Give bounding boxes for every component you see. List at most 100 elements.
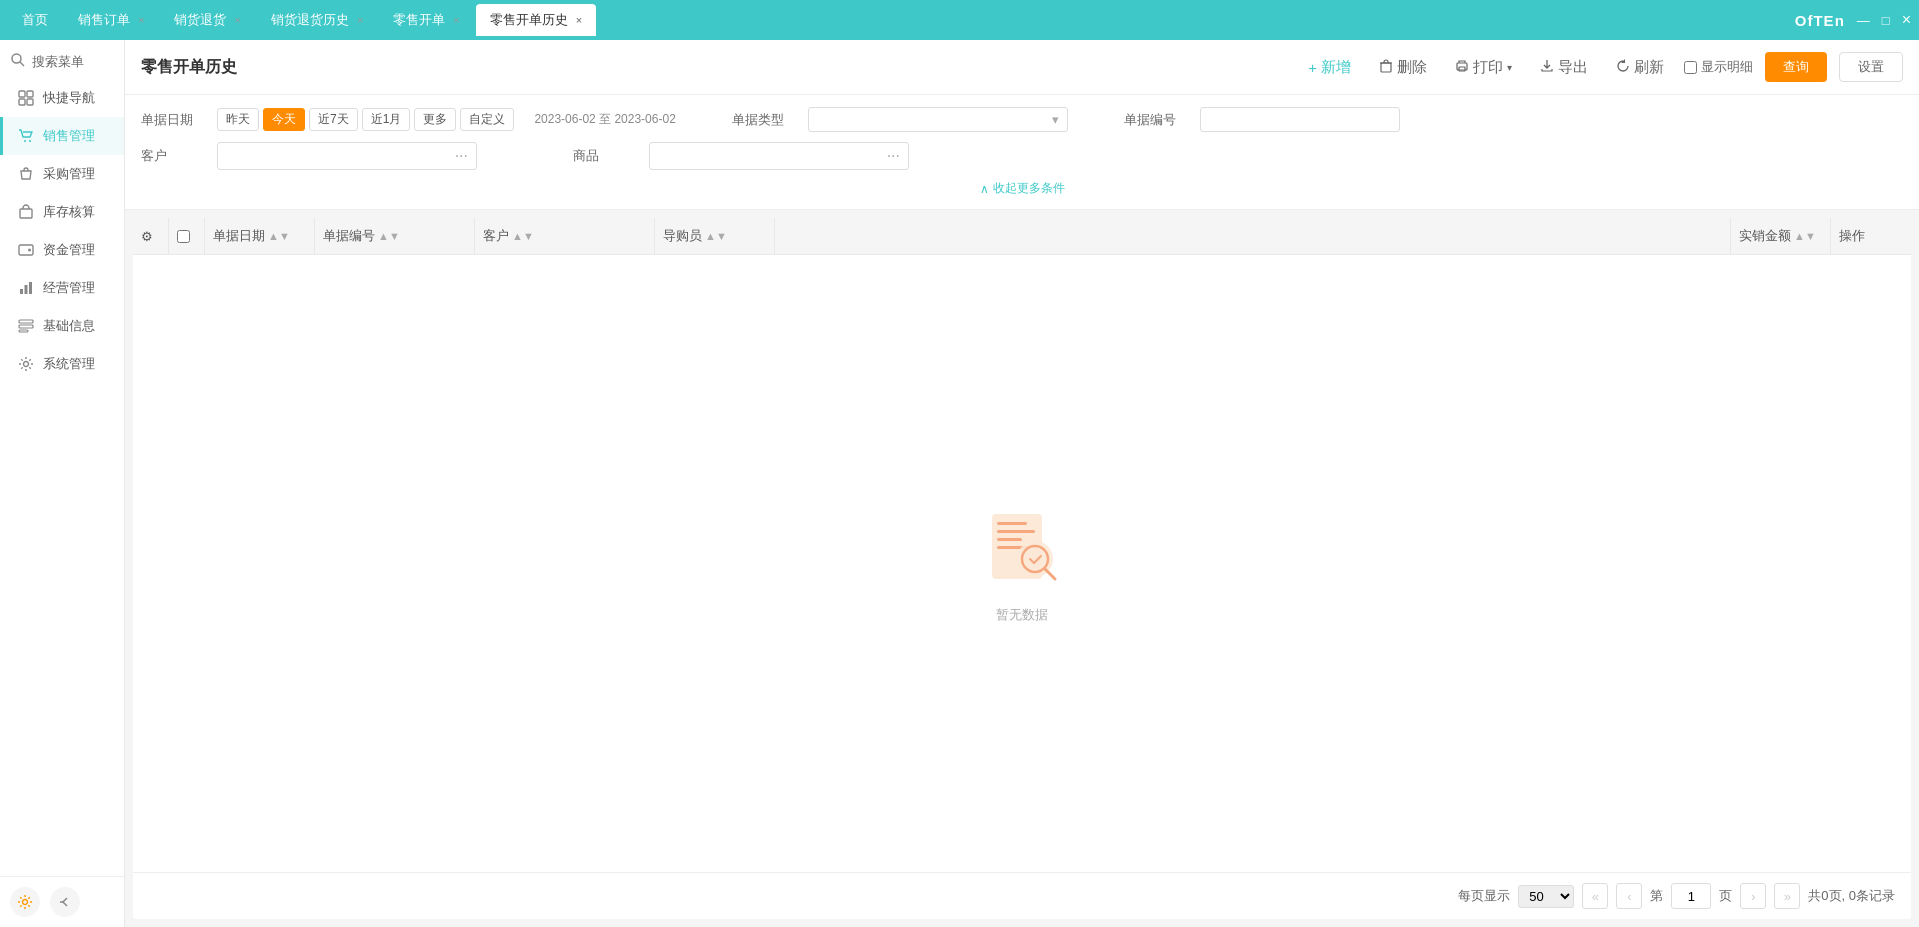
th-action: 操作 [1831, 218, 1911, 254]
th-checkbox[interactable] [169, 218, 205, 254]
sidebar-item-finance-label: 资金管理 [43, 241, 95, 259]
print-dropdown-icon: ▾ [1507, 62, 1512, 73]
last-page-btn[interactable]: » [1774, 883, 1800, 909]
tab-sales-return[interactable]: 销货退货 × [160, 4, 254, 36]
wallet-icon [17, 241, 35, 259]
chart-icon [17, 279, 35, 297]
select-all-checkbox[interactable] [177, 230, 190, 243]
bag-icon [17, 165, 35, 183]
add-button[interactable]: + 新增 [1300, 54, 1359, 81]
gear-icon[interactable]: ⚙ [141, 229, 153, 244]
date-btn-1month[interactable]: 近1月 [362, 108, 411, 131]
svg-point-10 [28, 249, 31, 252]
sidebar-collapse-btn[interactable] [50, 887, 80, 917]
page-number-input[interactable] [1671, 883, 1711, 909]
svg-rect-11 [20, 289, 23, 294]
sort-icon-customer: ▲▼ [512, 230, 534, 242]
filter-row-1: 单据日期 昨天 今天 近7天 近1月 更多 自定义 2023-06-02 至 2… [141, 107, 1903, 132]
sidebar-item-inventory[interactable]: 库存核算 [0, 193, 124, 231]
sidebar-search-label: 搜索菜单 [32, 53, 84, 71]
goods-dots[interactable]: ··· [887, 147, 900, 165]
window-close[interactable]: × [1902, 11, 1911, 29]
goods-input[interactable]: ··· [649, 142, 909, 170]
first-page-btn[interactable]: « [1582, 883, 1608, 909]
sidebar-item-ops-mgmt[interactable]: 经营管理 [0, 269, 124, 307]
empty-icon [977, 504, 1067, 594]
query-button[interactable]: 查询 [1765, 52, 1827, 82]
sidebar-item-sys-mgmt[interactable]: 系统管理 [0, 345, 124, 383]
filter-row-2: 客户 ··· 商品 ··· [141, 142, 1903, 170]
date-btn-more[interactable]: 更多 [414, 108, 456, 131]
tab-retail-open[interactable]: 零售开单 × [379, 4, 473, 36]
tab-retail-open-history-close[interactable]: × [576, 14, 582, 26]
refresh-button[interactable]: 刷新 [1608, 54, 1672, 81]
date-btn-yesterday[interactable]: 昨天 [217, 108, 259, 131]
svg-rect-14 [19, 320, 33, 323]
svg-point-17 [24, 362, 29, 367]
sidebar-settings-btn[interactable] [10, 887, 40, 917]
per-page-select[interactable]: 50 20 100 [1518, 885, 1574, 908]
sidebar-item-finance[interactable]: 资金管理 [0, 231, 124, 269]
tab-sales-return-history-close[interactable]: × [357, 14, 363, 26]
svg-line-31 [1045, 569, 1055, 579]
window-min[interactable]: — [1857, 13, 1870, 28]
pagination: 每页显示 50 20 100 « ‹ 第 页 › » 共0页, 0条记录 [133, 872, 1911, 919]
delete-button[interactable]: 删除 [1371, 54, 1435, 81]
th-guide[interactable]: 导购员 ▲▼ [655, 218, 775, 254]
add-icon: + [1308, 59, 1317, 76]
tab-retail-open-close[interactable]: × [453, 14, 459, 26]
empty-text: 暂无数据 [996, 606, 1048, 624]
show-detail-checkbox[interactable]: 显示明细 [1684, 58, 1753, 76]
tab-sales-order[interactable]: 销售订单 × [64, 4, 158, 36]
settings-button[interactable]: 设置 [1839, 52, 1903, 82]
th-settings[interactable]: ⚙ [133, 218, 169, 254]
svg-point-7 [29, 140, 31, 142]
prev-page-btn[interactable]: ‹ [1616, 883, 1642, 909]
date-filter-label: 单据日期 [141, 111, 201, 129]
print-button[interactable]: 打印 ▾ [1447, 54, 1520, 81]
show-detail-input[interactable] [1684, 61, 1697, 74]
tab-home[interactable]: 首页 [8, 4, 62, 36]
th-amount[interactable]: 实销金额 ▲▼ [1731, 218, 1831, 254]
date-range-display: 2023-06-02 至 2023-06-02 [534, 111, 675, 128]
sidebar-item-quick-nav-label: 快捷导航 [43, 89, 95, 107]
tab-home-label: 首页 [22, 11, 48, 29]
svg-rect-13 [29, 282, 32, 294]
date-btn-7days[interactable]: 近7天 [309, 108, 358, 131]
tab-sales-return-close[interactable]: × [234, 14, 240, 26]
doc-no-label: 单据编号 [1124, 111, 1184, 129]
sidebar-search[interactable]: 搜索菜单 [0, 40, 124, 79]
collapse-up-icon: ∧ [980, 182, 989, 196]
goods-label: 商品 [573, 147, 633, 165]
date-btn-today[interactable]: 今天 [263, 108, 305, 131]
tab-sales-return-history[interactable]: 销货退货历史 × [257, 4, 377, 36]
show-detail-label: 显示明细 [1701, 58, 1753, 76]
sidebar-item-basic-info[interactable]: 基础信息 [0, 307, 124, 345]
tab-retail-open-history[interactable]: 零售开单历史 × [476, 4, 596, 36]
sidebar-item-sales-mgmt[interactable]: 销售管理 [0, 117, 124, 155]
collapse-conditions[interactable]: ∧ 收起更多条件 [141, 180, 1903, 197]
customer-input[interactable]: ··· [217, 142, 477, 170]
doc-type-select[interactable]: ▾ [808, 107, 1068, 132]
th-doc-date[interactable]: 单据日期 ▲▼ [205, 218, 315, 254]
sidebar-item-basic-info-label: 基础信息 [43, 317, 95, 335]
customer-dots[interactable]: ··· [455, 147, 468, 165]
content-area: 零售开单历史 + 新增 删除 [125, 40, 1919, 927]
sidebar-item-quick-nav[interactable]: 快捷导航 [0, 79, 124, 117]
top-nav: 首页 销售订单 × 销货退货 × 销货退货历史 × 零售开单 × 零售开单历史 … [0, 0, 1919, 40]
sort-icon-doc-no: ▲▼ [378, 230, 400, 242]
svg-rect-23 [1459, 67, 1465, 71]
window-max[interactable]: □ [1882, 13, 1890, 28]
next-page-btn[interactable]: › [1740, 883, 1766, 909]
doc-no-input[interactable] [1200, 107, 1400, 132]
sidebar-item-purchase-mgmt-label: 采购管理 [43, 165, 95, 183]
th-doc-no[interactable]: 单据编号 ▲▼ [315, 218, 475, 254]
date-btn-custom[interactable]: 自定义 [460, 108, 514, 131]
sidebar-item-purchase-mgmt[interactable]: 采购管理 [0, 155, 124, 193]
sidebar-item-sales-mgmt-label: 销售管理 [43, 127, 95, 145]
th-customer[interactable]: 客户 ▲▼ [475, 218, 655, 254]
export-button[interactable]: 导出 [1532, 54, 1596, 81]
page-label: 第 [1650, 887, 1663, 905]
svg-rect-4 [19, 99, 25, 105]
tab-sales-order-close[interactable]: × [138, 14, 144, 26]
